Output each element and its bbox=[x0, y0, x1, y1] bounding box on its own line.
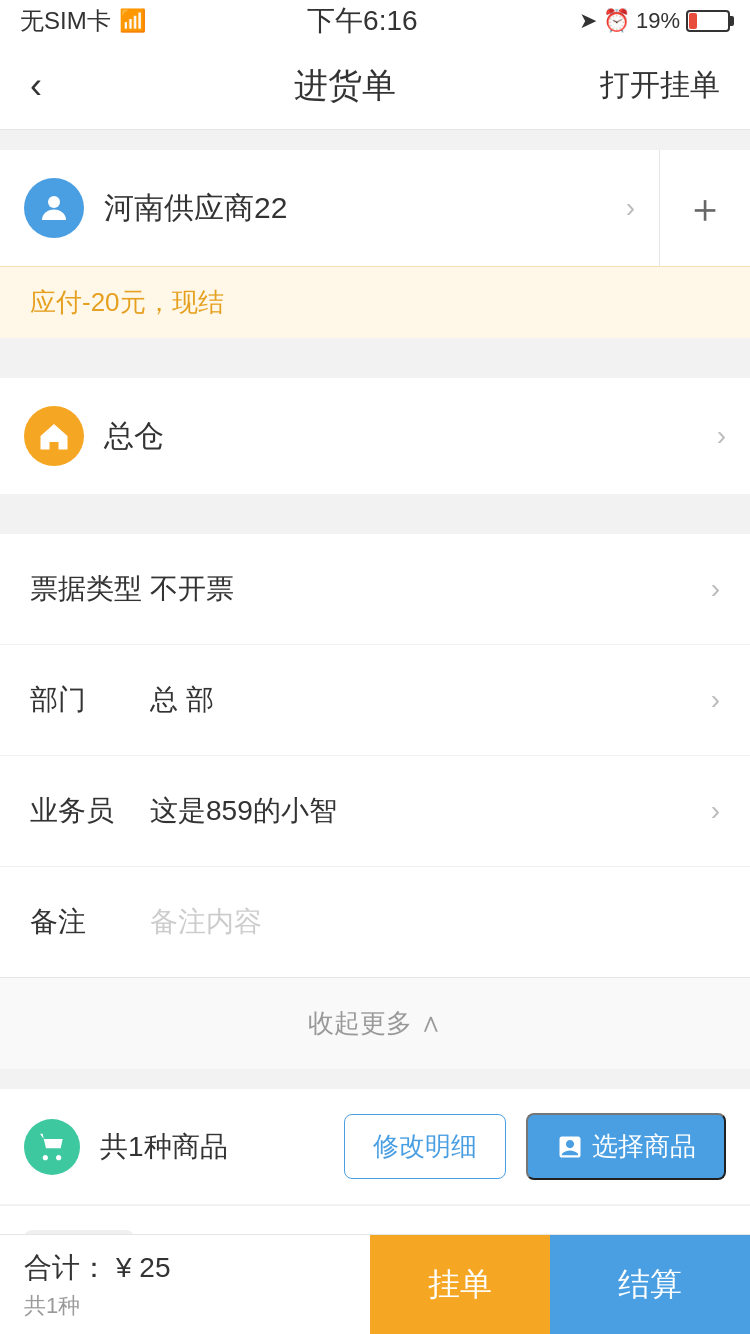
supplier-avatar bbox=[24, 178, 84, 238]
select-product-icon bbox=[556, 1133, 584, 1161]
back-button[interactable]: ‹ bbox=[30, 65, 90, 107]
chevron-right-icon: › bbox=[626, 192, 635, 224]
checkout-button[interactable]: 结算 bbox=[550, 1235, 750, 1334]
status-right: ➤ ⏰ 19% bbox=[579, 8, 730, 34]
nav-bar: ‹ 进货单 打开挂单 bbox=[0, 42, 750, 130]
select-product-button[interactable]: 选择商品 bbox=[526, 1113, 726, 1180]
supplier-select-row[interactable]: 河南供应商22 › bbox=[0, 150, 660, 266]
invoice-type-chevron-icon: › bbox=[711, 573, 720, 605]
total-line: 合计： ¥ 25 bbox=[24, 1249, 346, 1287]
bottom-bar: 合计： ¥ 25 共1种 挂单 结算 bbox=[0, 1234, 750, 1334]
supplier-notice: 应付-20元，现结 bbox=[0, 266, 750, 338]
department-value: 总 部 bbox=[150, 681, 711, 719]
warehouse-icon bbox=[24, 406, 84, 466]
carrier-text: 无SIM卡 bbox=[20, 5, 111, 37]
section-gap-1 bbox=[0, 130, 750, 150]
total-amount: ¥ 25 bbox=[116, 1252, 171, 1284]
remark-row[interactable]: 备注 备注内容 bbox=[0, 867, 750, 977]
open-hang-button[interactable]: 打开挂单 bbox=[600, 65, 720, 106]
warehouse-name: 总仓 bbox=[104, 416, 717, 457]
bottom-total: 合计： ¥ 25 共1种 bbox=[0, 1235, 370, 1334]
section-gap-3 bbox=[0, 494, 750, 514]
section-gap-2 bbox=[0, 338, 750, 358]
battery-icon bbox=[686, 10, 730, 32]
invoice-type-row[interactable]: 票据类型 不开票 › bbox=[0, 534, 750, 645]
select-product-label: 选择商品 bbox=[592, 1129, 696, 1164]
invoice-type-label: 票据类型 bbox=[30, 570, 150, 608]
staff-row[interactable]: 业务员 这是859的小智 › bbox=[0, 756, 750, 867]
remark-label: 备注 bbox=[30, 903, 150, 941]
svg-point-0 bbox=[48, 196, 60, 208]
product-header: 共1种商品 修改明细 选择商品 bbox=[0, 1089, 750, 1204]
location-icon: ➤ bbox=[579, 8, 597, 34]
form-section: 票据类型 不开票 › 部门 总 部 › 业务员 这是859的小智 › 备注 备注… bbox=[0, 534, 750, 977]
battery-percent: 19% bbox=[636, 8, 680, 34]
wifi-icon: 📶 bbox=[119, 8, 146, 34]
hang-button[interactable]: 挂单 bbox=[370, 1235, 550, 1334]
person-icon bbox=[36, 190, 72, 226]
staff-chevron-icon: › bbox=[711, 795, 720, 827]
staff-value: 这是859的小智 bbox=[150, 792, 711, 830]
home-icon bbox=[36, 418, 72, 454]
alarm-icon: ⏰ bbox=[603, 8, 630, 34]
remark-input[interactable]: 备注内容 bbox=[150, 903, 720, 941]
total-count: 共1种 bbox=[24, 1291, 346, 1321]
cart-icon bbox=[36, 1131, 68, 1163]
collapse-label: 收起更多 ∧ bbox=[308, 1006, 441, 1041]
product-count-label: 共1种商品 bbox=[100, 1128, 324, 1166]
department-label: 部门 bbox=[30, 681, 150, 719]
department-row[interactable]: 部门 总 部 › bbox=[0, 645, 750, 756]
page-title: 进货单 bbox=[294, 63, 396, 109]
warehouse-chevron-icon: › bbox=[717, 420, 726, 452]
status-left: 无SIM卡 📶 bbox=[20, 5, 146, 37]
modify-detail-button[interactable]: 修改明细 bbox=[344, 1114, 506, 1179]
checkout-button-label: 结算 bbox=[618, 1263, 682, 1307]
product-count-icon bbox=[24, 1119, 80, 1175]
department-chevron-icon: › bbox=[711, 684, 720, 716]
collapse-row[interactable]: 收起更多 ∧ bbox=[0, 977, 750, 1069]
status-bar: 无SIM卡 📶 下午6:16 ➤ ⏰ 19% bbox=[0, 0, 750, 42]
staff-label: 业务员 bbox=[30, 792, 150, 830]
add-supplier-button[interactable]: ＋ bbox=[660, 181, 750, 236]
invoice-type-value: 不开票 bbox=[150, 570, 711, 608]
warehouse-row[interactable]: 总仓 › bbox=[0, 378, 750, 494]
total-label: 合计： bbox=[24, 1249, 108, 1287]
status-time: 下午6:16 bbox=[307, 2, 418, 40]
supplier-section: 河南供应商22 › ＋ bbox=[0, 150, 750, 266]
hang-button-label: 挂单 bbox=[428, 1263, 492, 1307]
supplier-name: 河南供应商22 bbox=[104, 188, 626, 229]
